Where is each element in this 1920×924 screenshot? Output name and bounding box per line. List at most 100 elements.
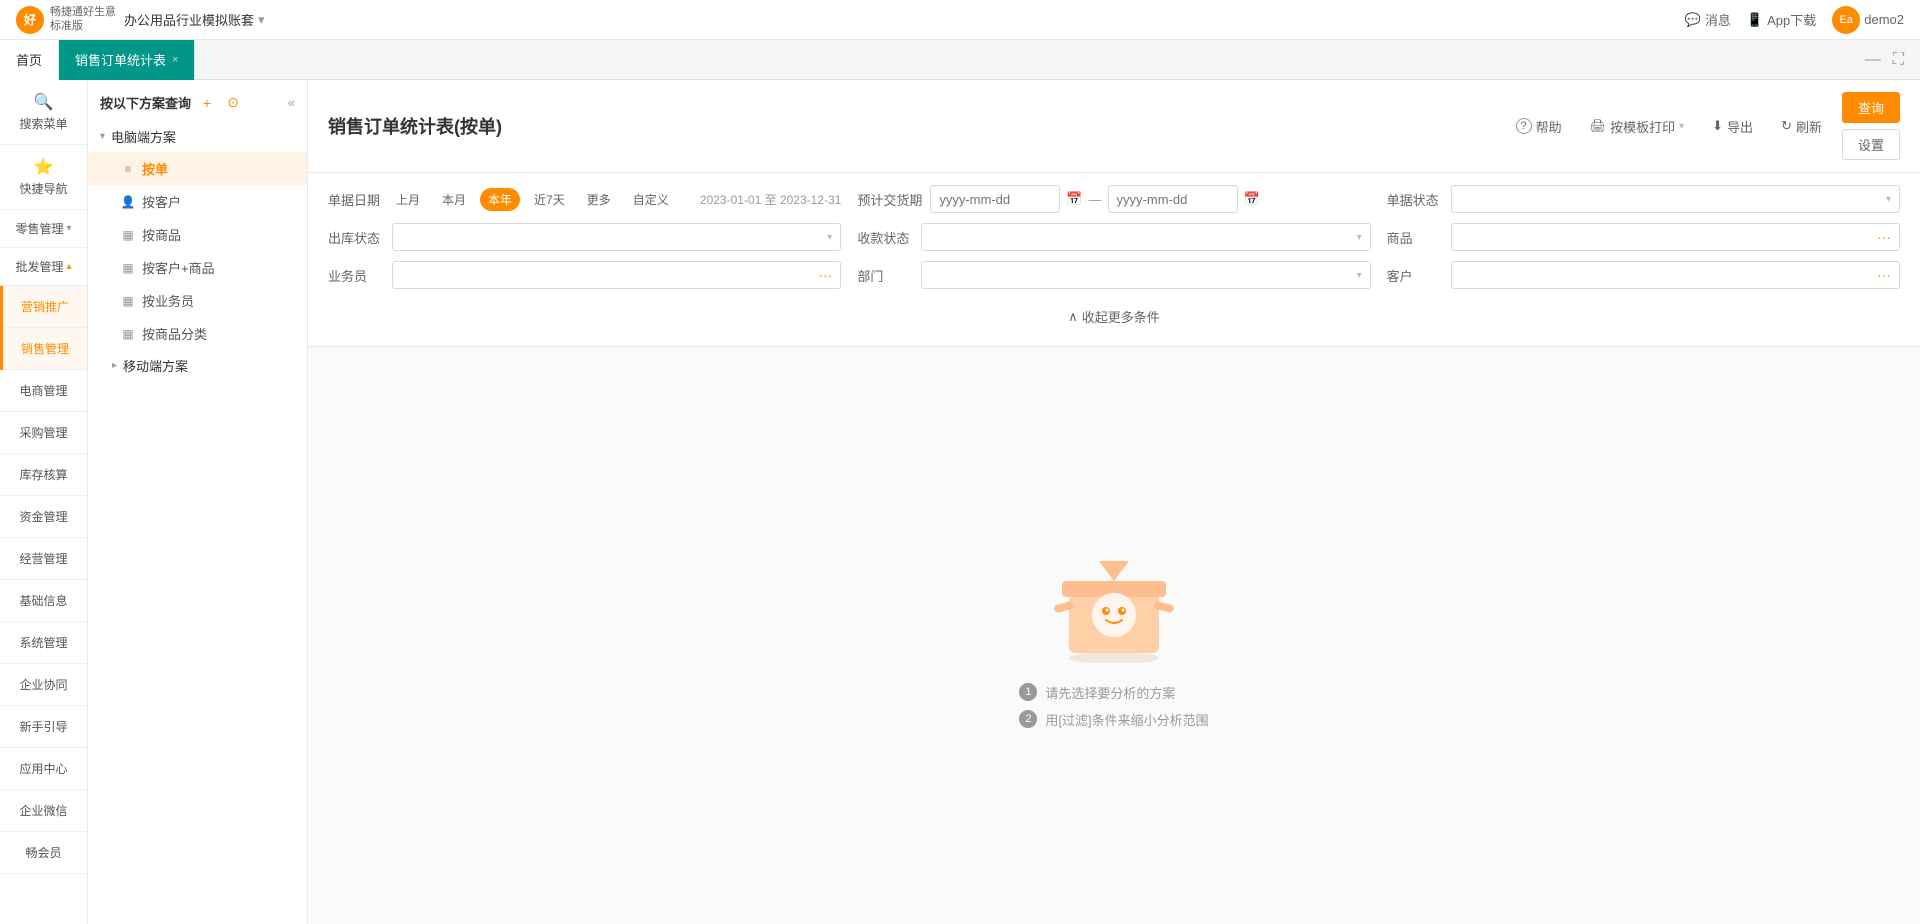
scheme-item-by-goods[interactable]: ▦ 按商品 <box>88 218 307 251</box>
customer-input[interactable]: ··· <box>1451 261 1900 289</box>
sidebar-item-enterprise[interactable]: 企业协同 <box>0 664 87 706</box>
top-bar-left: 好 畅捷通好生意 标准版 办公用品行业模拟账套 ▾ <box>16 6 265 34</box>
collect-status-select[interactable]: ▾ <box>921 223 1370 251</box>
out-status-dropdown-icon: ▾ <box>827 232 832 243</box>
panel-label: 按以下方案查询 <box>100 93 191 112</box>
hint-item-2: 2 用[过滤]条件来缩小分析范围 <box>1019 710 1208 729</box>
sidebar: 🔍 搜索菜单 ⭐ 快捷导航 零售管理 ▾ 批发管理 ▴ 营销推广 销售管理 电商… <box>0 80 88 924</box>
filter-row-2: 出库状态 ▾ 收款状态 ▾ 商品 <box>328 223 1900 251</box>
export-icon: ⬇ <box>1712 118 1723 134</box>
app-download-action[interactable]: 📱 App下载 <box>1747 10 1816 29</box>
sidebar-item-new-guide[interactable]: 新手引导 <box>0 706 87 748</box>
collapse-row: ∧ 收起更多条件 <box>328 299 1900 334</box>
sidebar-item-sales-mgmt[interactable]: 销售管理 <box>3 328 87 370</box>
sidebar-item-basic-info[interactable]: 基础信息 <box>0 580 87 622</box>
results-area: 1 请先选择要分析的方案 2 用[过滤]条件来缩小分析范围 <box>308 347 1920 924</box>
customer-goods-icon: ▦ <box>120 261 136 275</box>
goods-more-icon[interactable]: ··· <box>1877 229 1891 245</box>
sidebar-item-finance[interactable]: 资金管理 <box>0 496 87 538</box>
template-print-button[interactable]: 🖨 按模板打印 ▾ <box>1582 113 1693 140</box>
sidebar-item-operations[interactable]: 经营管理 <box>0 538 87 580</box>
this-month-btn[interactable]: 本月 <box>434 188 474 211</box>
export-button[interactable]: ⬇ 导出 <box>1704 113 1761 140</box>
sidebar-wholesale-group: 营销推广 销售管理 <box>0 286 87 370</box>
sidebar-item-marketing[interactable]: 营销推广 <box>3 286 87 328</box>
status-label: 单据状态 <box>1387 190 1443 209</box>
sidebar-item-purchase[interactable]: 采购管理 <box>0 412 87 454</box>
calendar-end-icon[interactable]: 📅 <box>1244 191 1260 207</box>
tab-home[interactable]: 首页 <box>0 40 59 80</box>
this-year-btn[interactable]: 本年 <box>480 188 520 211</box>
chevron-up-icon: ∧ <box>1068 309 1078 325</box>
salesman-input[interactable]: ··· <box>392 261 841 289</box>
sidebar-item-system[interactable]: 系统管理 <box>0 622 87 664</box>
collapse-panel-button[interactable]: « <box>288 95 295 110</box>
pc-scheme-group: ▾ 电脑端方案 ≡ 按单 👤 按客户 ▦ 按商品 <box>88 121 307 350</box>
custom-dates-btn[interactable]: 自定义 <box>625 188 677 211</box>
sidebar-item-quick-nav[interactable]: ⭐ 快捷导航 <box>0 145 87 210</box>
logo-icon: 好 <box>16 6 44 34</box>
sidebar-item-inventory[interactable]: 库存核算 <box>0 454 87 496</box>
query-button[interactable]: 查询 <box>1842 92 1900 123</box>
fullscreen-icon[interactable]: ⛶ <box>1893 51 1904 69</box>
help-button[interactable]: ? 帮助 <box>1508 113 1570 140</box>
sidebar-item-wholesale[interactable]: 批发管理 ▴ <box>0 248 87 286</box>
message-action[interactable]: 💬 消息 <box>1685 10 1731 29</box>
hint-num-1: 1 <box>1019 683 1037 701</box>
settings-scheme-button[interactable]: ⊙ <box>223 92 243 113</box>
print-icon: 🖨 <box>1590 118 1607 134</box>
main-body: 按以下方案查询 + ⊙ « ▾ 电脑端方案 ≡ 按单 👤 <box>88 80 1920 924</box>
customer-more-icon[interactable]: ··· <box>1877 267 1891 283</box>
avatar: Ea <box>1832 6 1860 34</box>
chevron-down-icon: ▾ <box>66 223 71 234</box>
empty-illustration <box>1044 543 1184 663</box>
salesman-label: 业务员 <box>328 266 384 285</box>
setting-button[interactable]: 设置 <box>1842 129 1900 160</box>
status-select[interactable]: ▾ <box>1451 185 1900 213</box>
right-content: 销售订单统计表(按单) ? 帮助 🖨 按模板打印 ▾ ⬇ 导出 <box>308 80 1920 924</box>
salesman-more-icon[interactable]: ··· <box>818 267 832 283</box>
more-dates-btn[interactable]: 更多 <box>579 188 619 211</box>
star-icon: ⭐ <box>34 157 54 177</box>
tab-close-icon[interactable]: × <box>172 54 178 66</box>
dept-select[interactable]: ▾ <box>921 261 1370 289</box>
refresh-button[interactable]: ↻ 刷新 <box>1773 113 1830 140</box>
expected-date-start[interactable] <box>930 185 1060 213</box>
scheme-item-by-customer-goods[interactable]: ▦ 按客户+商品 <box>88 251 307 284</box>
last-7-days-btn[interactable]: 近7天 <box>526 188 573 211</box>
mobile-scheme-header[interactable]: ▸ 移动端方案 <box>88 350 307 381</box>
dept-col: 部门 ▾ <box>857 261 1370 289</box>
customer-icon: 👤 <box>120 195 136 209</box>
date-dash: — <box>1089 192 1102 207</box>
add-scheme-button[interactable]: + <box>199 93 215 113</box>
customer-label: 客户 <box>1387 266 1443 285</box>
sidebar-item-app-center[interactable]: 应用中心 <box>0 748 87 790</box>
last-month-btn[interactable]: 上月 <box>388 188 428 211</box>
empty-svg <box>1044 543 1184 663</box>
sidebar-item-ecommerce[interactable]: 电商管理 <box>0 370 87 412</box>
scheme-item-by-salesman[interactable]: ▦ 按业务员 <box>88 284 307 317</box>
status-col: 单据状态 ▾ <box>1387 185 1900 213</box>
dropdown-arrow-icon[interactable]: ▾ <box>258 12 265 28</box>
out-status-select[interactable]: ▾ <box>392 223 841 251</box>
minimize-icon[interactable]: — <box>1865 51 1881 69</box>
dept-label: 部门 <box>857 266 913 285</box>
sidebar-item-enterprise-wechat[interactable]: 企业微信 <box>0 790 87 832</box>
sidebar-item-search[interactable]: 🔍 搜索菜单 <box>0 80 87 145</box>
scheme-item-by-customer[interactable]: 👤 按客户 <box>88 185 307 218</box>
filter-row-1: 单据日期 上月 本月 本年 近7天 更多 自定义 2023-01-01 至 20… <box>328 185 1900 213</box>
out-status-col: 出库状态 ▾ <box>328 223 841 251</box>
sidebar-item-retail[interactable]: 零售管理 ▾ <box>0 210 87 248</box>
expected-date-col: 预计交货期 📅 — 📅 <box>857 185 1370 213</box>
sidebar-item-membership[interactable]: 畅会员 <box>0 832 87 874</box>
user-action[interactable]: Ea demo2 <box>1832 6 1904 34</box>
scheme-item-by-order[interactable]: ≡ 按单 <box>88 152 307 185</box>
collapse-button[interactable]: ∧ 收起更多条件 <box>1068 307 1160 326</box>
scheme-item-by-goods-category[interactable]: ▦ 按商品分类 <box>88 317 307 350</box>
calendar-start-icon[interactable]: 📅 <box>1066 191 1082 207</box>
goods-input[interactable]: ··· <box>1451 223 1900 251</box>
tab-sales-order[interactable]: 销售订单统计表 × <box>59 40 195 80</box>
collect-status-label: 收款状态 <box>857 228 913 247</box>
pc-scheme-header[interactable]: ▾ 电脑端方案 <box>88 121 307 152</box>
expected-date-end[interactable] <box>1108 185 1238 213</box>
